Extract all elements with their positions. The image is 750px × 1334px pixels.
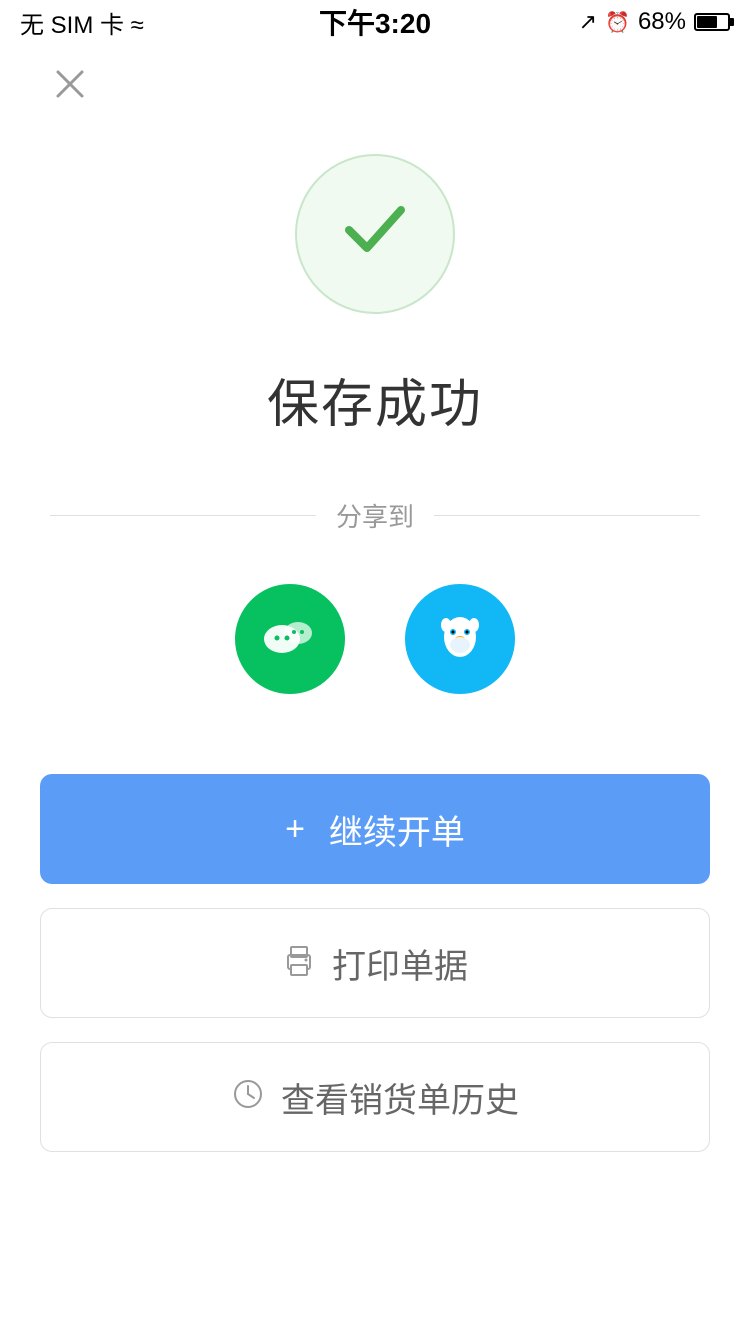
qq-share-button[interactable] [405,584,515,694]
close-button[interactable] [40,54,100,114]
status-right: ↗ ⏰ 68% [579,8,730,36]
main-content: 保存成功 分享到 [0,44,750,1152]
action-buttons: + 继续开单 打印单据 查看销货单历史 [0,774,750,1152]
location-icon: ↗ [579,9,597,35]
alarm-icon: ⏰ [605,10,630,35]
battery-icon [694,13,730,31]
plus-icon: + [285,810,305,849]
share-icons [235,584,515,694]
printer-icon [282,943,316,983]
share-label: 分享到 [316,497,434,534]
no-sim-text: 无 SIM 卡 ≈ [20,5,144,40]
continue-label: 继续开单 [329,805,465,854]
clock-icon [231,1077,265,1117]
history-button[interactable]: 查看销货单历史 [40,1042,710,1152]
success-title: 保存成功 [267,362,483,437]
history-label: 查看销货单历史 [281,1073,519,1122]
battery-text: 68% [638,8,686,36]
success-circle [295,154,455,314]
share-divider: 分享到 [0,497,750,534]
continue-button[interactable]: + 继续开单 [40,774,710,884]
check-icon [335,188,415,281]
status-time: 下午3:20 [319,2,431,42]
wechat-share-button[interactable] [235,584,345,694]
status-bar: 无 SIM 卡 ≈ 下午3:20 ↗ ⏰ 68% [0,0,750,44]
print-button[interactable]: 打印单据 [40,908,710,1018]
status-left: 无 SIM 卡 ≈ [20,5,144,40]
print-label: 打印单据 [332,939,468,988]
